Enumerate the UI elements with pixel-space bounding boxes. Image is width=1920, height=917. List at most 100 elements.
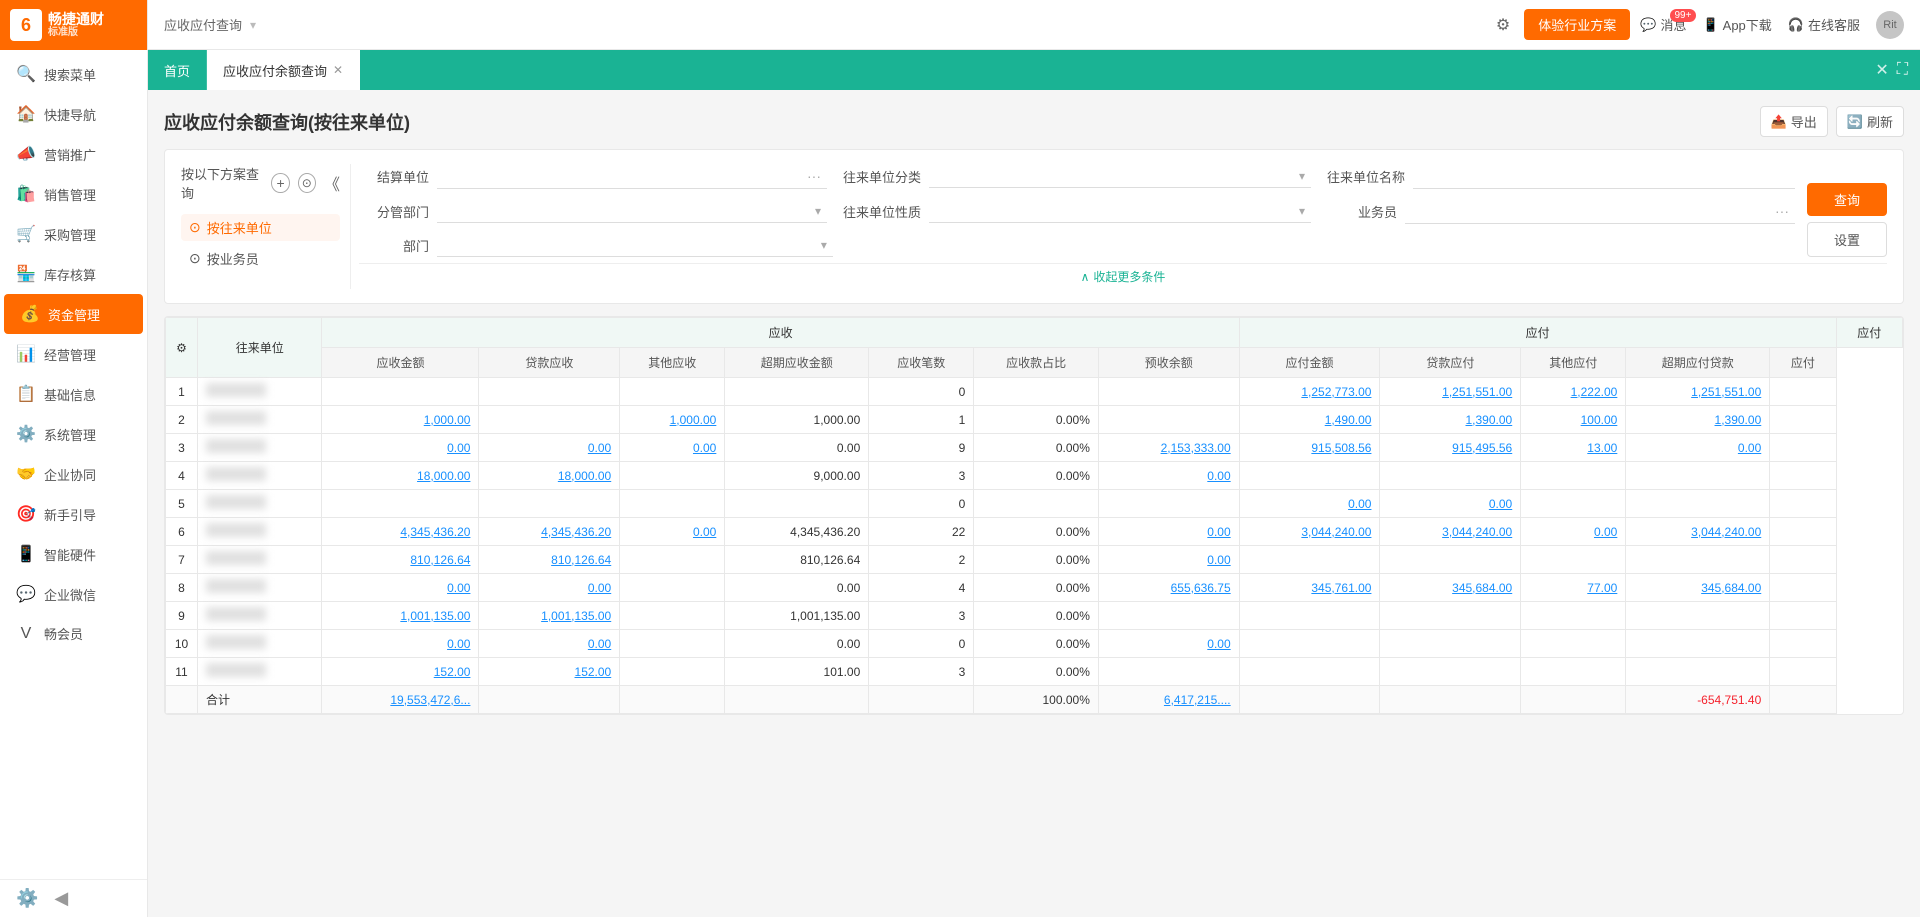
table-cell[interactable]: 0.00 bbox=[479, 434, 620, 462]
table-cell[interactable] bbox=[1521, 658, 1626, 686]
table-cell[interactable]: 77.00 bbox=[1521, 574, 1626, 602]
solution-button[interactable]: 体验行业方案 bbox=[1524, 9, 1630, 40]
filter-preset-button[interactable]: ⊙ bbox=[298, 173, 316, 193]
table-cell[interactable]: 0.00 bbox=[620, 434, 725, 462]
salesperson-dots-icon[interactable]: ··· bbox=[1775, 203, 1789, 219]
table-cell[interactable] bbox=[620, 658, 725, 686]
table-cell[interactable] bbox=[1098, 658, 1239, 686]
table-cell[interactable]: 345,761.00 bbox=[1239, 574, 1380, 602]
table-cell[interactable]: 345,684.00 bbox=[1380, 574, 1521, 602]
message-button[interactable]: 💬 消息 99+ bbox=[1640, 15, 1686, 34]
table-cell[interactable] bbox=[1626, 462, 1770, 490]
sidebar-item-quicknav[interactable]: 🏠快捷导航 bbox=[0, 94, 147, 134]
query-button[interactable]: 查询 bbox=[1807, 183, 1887, 216]
table-cell[interactable]: 13.00 bbox=[1521, 434, 1626, 462]
collapse-more-button[interactable]: ∧ 收起更多条件 bbox=[359, 263, 1887, 289]
table-cell[interactable]: 0.00 bbox=[1098, 630, 1239, 658]
table-cell[interactable] bbox=[620, 546, 725, 574]
table-cell[interactable] bbox=[620, 490, 725, 518]
sidebar-item-operation[interactable]: 📊经营管理 bbox=[0, 334, 147, 374]
filter-add-button[interactable]: + bbox=[271, 173, 289, 193]
table-cell[interactable] bbox=[1380, 602, 1521, 630]
sidebar-item-guide[interactable]: 🎯新手引导 bbox=[0, 494, 147, 534]
scheme-by-salesperson[interactable]: ⊙ 按业务员 bbox=[181, 245, 340, 272]
table-cell[interactable] bbox=[1239, 602, 1380, 630]
table-cell[interactable]: 0.00 bbox=[322, 434, 479, 462]
total-advance[interactable]: 6,417,215.... bbox=[1098, 686, 1239, 714]
table-cell[interactable]: 0.00 bbox=[479, 630, 620, 658]
tab-close-icon[interactable]: ✕ bbox=[333, 63, 343, 77]
table-cell[interactable]: 1,000.00 bbox=[322, 406, 479, 434]
table-cell[interactable] bbox=[1239, 546, 1380, 574]
table-cell[interactable] bbox=[620, 378, 725, 406]
table-cell[interactable]: 0.00 bbox=[1380, 490, 1521, 518]
table-cell[interactable]: 0.00 bbox=[1098, 518, 1239, 546]
table-cell[interactable]: 1,001,135.00 bbox=[479, 602, 620, 630]
table-cell[interactable]: 1,000.00 bbox=[620, 406, 725, 434]
table-cell[interactable]: 18,000.00 bbox=[479, 462, 620, 490]
settings-button[interactable]: 设置 bbox=[1807, 222, 1887, 257]
table-cell[interactable]: 152.00 bbox=[479, 658, 620, 686]
table-cell[interactable]: 0.00 bbox=[1098, 462, 1239, 490]
table-cell[interactable] bbox=[1521, 462, 1626, 490]
table-cell[interactable]: 1,252,773.00 bbox=[1239, 378, 1380, 406]
table-cell[interactable] bbox=[1521, 546, 1626, 574]
select-partner-category[interactable]: ▾ bbox=[929, 165, 1311, 188]
sidebar-item-wechat[interactable]: 💬企业微信 bbox=[0, 574, 147, 614]
topbar-gear-icon[interactable]: ⚙ bbox=[1492, 15, 1514, 35]
table-cell[interactable] bbox=[1380, 658, 1521, 686]
table-cell[interactable]: 655,636.75 bbox=[1098, 574, 1239, 602]
select-partner-nature[interactable]: ▾ bbox=[929, 200, 1311, 223]
sidebar-item-finance[interactable]: 💰资金管理 bbox=[4, 294, 143, 334]
table-cell[interactable]: 3,044,240.00 bbox=[1626, 518, 1770, 546]
table-settings-icon[interactable]: ⚙ bbox=[176, 341, 187, 355]
table-cell[interactable] bbox=[1239, 658, 1380, 686]
table-cell[interactable] bbox=[1626, 546, 1770, 574]
table-cell[interactable]: 2,153,333.00 bbox=[1098, 434, 1239, 462]
select-salesperson[interactable]: ··· bbox=[1405, 199, 1795, 224]
table-cell[interactable]: 152.00 bbox=[322, 658, 479, 686]
table-cell[interactable] bbox=[620, 574, 725, 602]
table-cell[interactable]: 1,390.00 bbox=[1380, 406, 1521, 434]
table-cell[interactable] bbox=[1239, 462, 1380, 490]
settlement-unit-dots-icon[interactable]: ··· bbox=[807, 168, 821, 184]
table-cell[interactable] bbox=[1380, 630, 1521, 658]
tab-home[interactable]: 首页 bbox=[148, 50, 207, 90]
table-cell[interactable]: 4,345,436.20 bbox=[479, 518, 620, 546]
table-cell[interactable] bbox=[620, 462, 725, 490]
table-cell[interactable]: 1,390.00 bbox=[1626, 406, 1770, 434]
tab-arbalance[interactable]: 应收应付余额查询 ✕ bbox=[207, 50, 360, 90]
sidebar-item-vip[interactable]: V畅会员 bbox=[0, 614, 147, 653]
table-cell[interactable]: 18,000.00 bbox=[322, 462, 479, 490]
input-partner-name[interactable] bbox=[1413, 165, 1795, 189]
table-cell[interactable] bbox=[1380, 462, 1521, 490]
total-ar-amount[interactable]: 19,553,472,6... bbox=[322, 686, 479, 714]
table-cell[interactable]: 0.00 bbox=[1521, 518, 1626, 546]
table-cell[interactable] bbox=[620, 602, 725, 630]
table-cell[interactable] bbox=[1626, 602, 1770, 630]
table-cell[interactable] bbox=[479, 378, 620, 406]
table-cell[interactable] bbox=[1098, 378, 1239, 406]
table-cell[interactable] bbox=[322, 490, 479, 518]
table-cell[interactable] bbox=[1626, 658, 1770, 686]
table-cell[interactable]: 0.00 bbox=[322, 574, 479, 602]
scheme-by-partner[interactable]: ⊙ 按往来单位 bbox=[181, 214, 340, 241]
window-maximize-icon[interactable]: ⛶ bbox=[1897, 61, 1908, 79]
select-dept-in-charge[interactable]: ▾ bbox=[437, 200, 827, 223]
table-cell[interactable]: 345,684.00 bbox=[1626, 574, 1770, 602]
table-cell[interactable] bbox=[620, 630, 725, 658]
table-cell[interactable]: 1,251,551.00 bbox=[1626, 378, 1770, 406]
table-cell[interactable] bbox=[1380, 546, 1521, 574]
export-button[interactable]: 📤 导出 bbox=[1760, 106, 1828, 137]
table-cell[interactable]: 1,222.00 bbox=[1521, 378, 1626, 406]
table-cell[interactable]: 3,044,240.00 bbox=[1239, 518, 1380, 546]
table-cell[interactable]: 810,126.64 bbox=[322, 546, 479, 574]
table-cell[interactable] bbox=[1239, 630, 1380, 658]
table-cell[interactable]: 915,508.56 bbox=[1239, 434, 1380, 462]
sidebar-item-basic[interactable]: 📋基础信息 bbox=[0, 374, 147, 414]
window-close-icon[interactable]: ✕ bbox=[1875, 60, 1888, 80]
filter-collapse-button[interactable]: 《 bbox=[324, 171, 340, 195]
table-cell[interactable]: 4,345,436.20 bbox=[322, 518, 479, 546]
table-cell[interactable]: 0.00 bbox=[479, 574, 620, 602]
table-cell[interactable] bbox=[1098, 490, 1239, 518]
